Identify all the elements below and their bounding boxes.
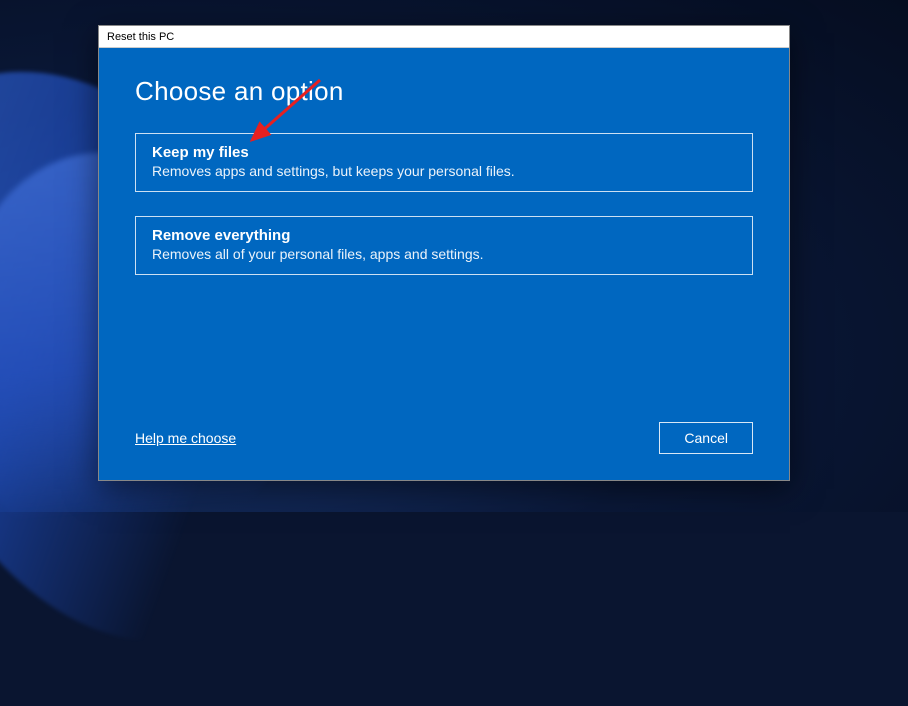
dialog-title: Reset this PC xyxy=(107,31,174,43)
page-heading: Choose an option xyxy=(135,76,753,107)
dialog-titlebar: Reset this PC xyxy=(99,26,789,48)
help-me-choose-link[interactable]: Help me choose xyxy=(135,430,236,446)
dialog-body: Choose an option Keep my files Removes a… xyxy=(99,48,789,480)
remove-everything-option[interactable]: Remove everything Removes all of your pe… xyxy=(135,216,753,275)
dialog-footer: Help me choose Cancel xyxy=(135,422,753,460)
option-description: Removes apps and settings, but keeps you… xyxy=(152,163,736,179)
reset-pc-dialog: Reset this PC Choose an option Keep my f… xyxy=(98,25,790,481)
option-description: Removes all of your personal files, apps… xyxy=(152,246,736,262)
option-title: Keep my files xyxy=(152,144,736,161)
option-title: Remove everything xyxy=(152,227,736,244)
cancel-button[interactable]: Cancel xyxy=(659,422,753,454)
keep-my-files-option[interactable]: Keep my files Removes apps and settings,… xyxy=(135,133,753,192)
